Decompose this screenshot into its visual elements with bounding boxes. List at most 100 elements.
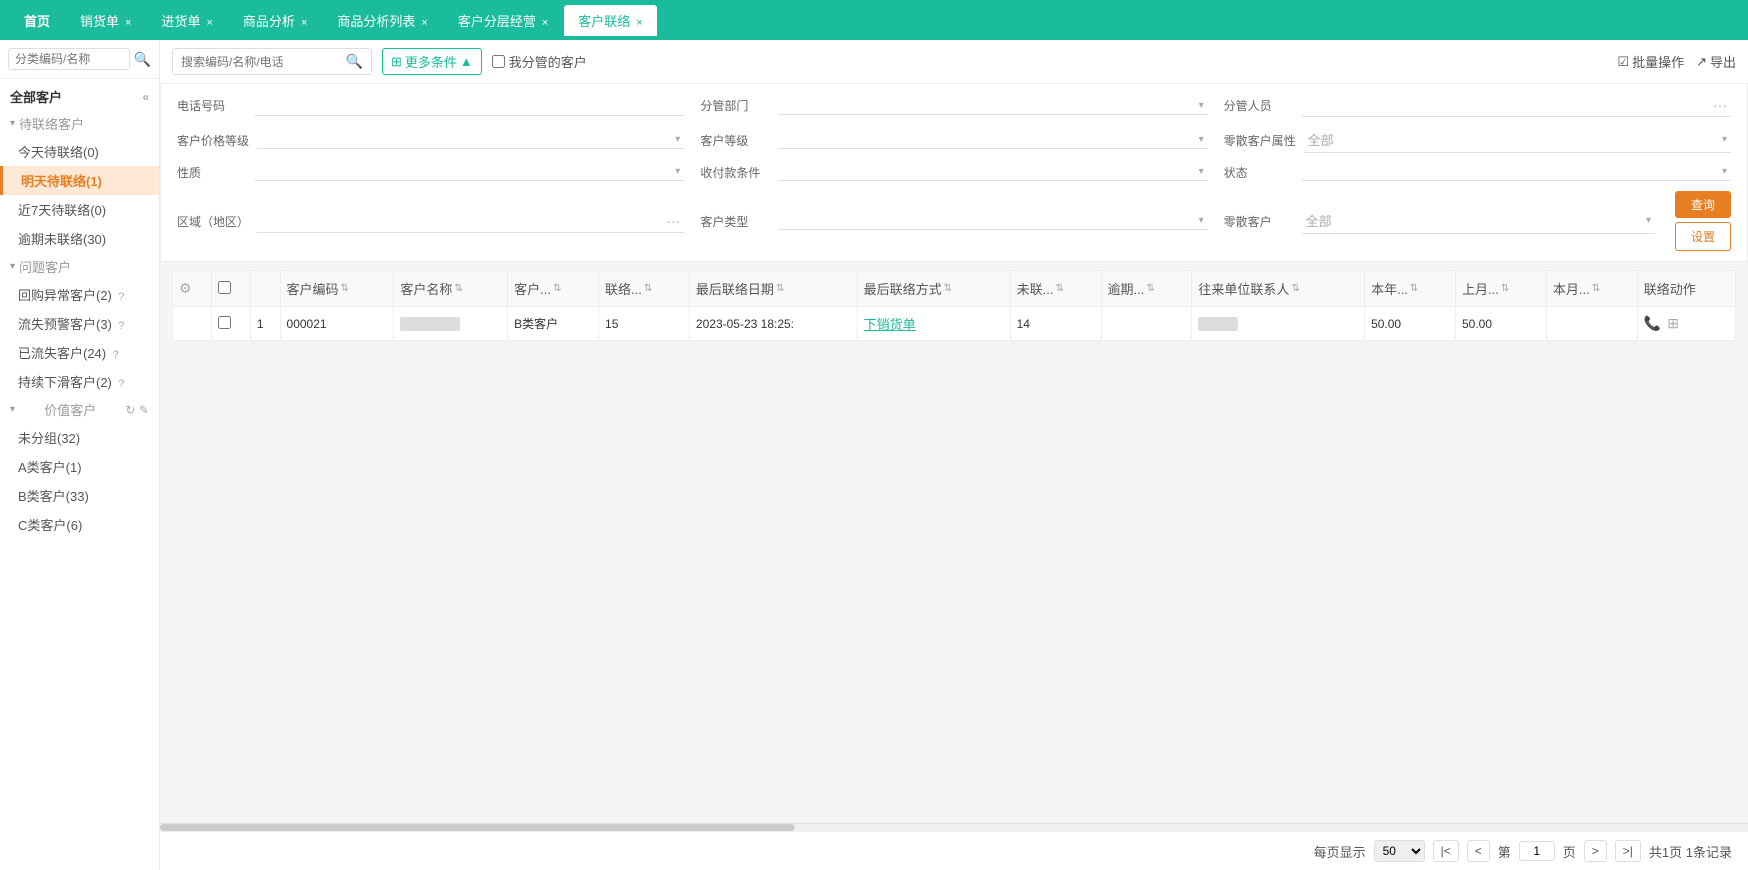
sort-icon-overdue: ⇅ (1146, 283, 1154, 294)
filter-status: 状态 ▾ (1224, 163, 1731, 181)
filter-payment: 收付款条件 ▾ (700, 163, 1207, 181)
th-settings[interactable]: ⚙ (173, 271, 212, 307)
th-overdue[interactable]: 逾期...⇅ (1101, 271, 1192, 307)
search-input[interactable] (181, 55, 346, 69)
close-sales-order-icon[interactable]: × (125, 17, 131, 29)
filter-payment-select[interactable]: ▾ (778, 163, 1207, 181)
nav-customer-contact[interactable]: 客户联络× (564, 5, 656, 36)
query-button[interactable]: 查询 (1675, 191, 1731, 218)
sidebar-item-overdue-pending[interactable]: 逾期未联络(30) (0, 224, 159, 253)
td-last-contact-method[interactable]: 下销货单 (857, 307, 1010, 341)
nav-sales-order[interactable]: 销货单× (66, 5, 145, 36)
horizontal-scrollbar[interactable] (160, 823, 1748, 831)
filter-customer-type-label: 客户类型 (700, 213, 770, 230)
filter-status-label: 状态 (1224, 164, 1294, 181)
close-purchase-order-icon[interactable]: × (206, 17, 212, 29)
sort-icon-this-month: ⇅ (1592, 283, 1600, 294)
sidebar-search-input[interactable] (8, 48, 130, 70)
sidebar-item-ungrouped[interactable]: 未分组(32) (0, 423, 159, 452)
next-page-btn[interactable]: > (1584, 840, 1607, 862)
sort-icon-date: ⇅ (776, 283, 784, 294)
th-last-contact-date[interactable]: 最后联络日期⇅ (689, 271, 857, 307)
dots-icon-manager[interactable]: ··· (1713, 97, 1727, 113)
sidebar-item-churned[interactable]: 已流失客户(24) ? (0, 338, 159, 367)
phone-action-icon[interactable]: 📞 (1644, 315, 1661, 332)
sidebar-item-tomorrow-pending[interactable]: 明天待联络(1) (0, 166, 159, 195)
th-type[interactable]: 客户...⇅ (508, 271, 599, 307)
filter-region: 区域（地区） ··· (177, 191, 684, 251)
my-customers-checkbox[interactable]: 我分管的客户 (492, 52, 587, 71)
sidebar-item-repurchase-abnormal[interactable]: 回购异常客户(2) ? (0, 280, 159, 309)
td-this-year: 50.00 (1365, 307, 1456, 341)
filter-customer-grade-select[interactable]: ▾ (778, 131, 1207, 149)
td-action: 📞 ⊞ (1637, 307, 1735, 341)
th-name[interactable]: 客户名称⇅ (394, 271, 508, 307)
value-section-icons[interactable]: ↻ ✎ (126, 403, 149, 417)
more-conditions-btn[interactable]: ⊞ 更多条件 ▲ (382, 48, 482, 75)
sidebar-item-churn-warning[interactable]: 流失预警客户(3) ? (0, 309, 159, 338)
grid-action-icon[interactable]: ⊞ (1667, 315, 1679, 332)
th-this-month[interactable]: 本月...⇅ (1546, 271, 1637, 307)
th-last-contact-method[interactable]: 最后联络方式⇅ (857, 271, 1010, 307)
row-checkbox[interactable] (218, 316, 231, 329)
th-contact-person[interactable]: 往来单位联系人⇅ (1192, 271, 1365, 307)
all-customers-header[interactable]: 全部客户 « (0, 79, 159, 110)
sidebar: 🔍 全部客户 « 待联络客户 今天待联络(0) 明天待联络(1) 近7天待联络(… (0, 40, 160, 870)
td-type: B类客户 (508, 307, 599, 341)
td-checkbox[interactable] (211, 307, 250, 341)
my-customers-check[interactable] (492, 55, 505, 68)
filter-phone-input[interactable] (255, 95, 684, 116)
close-product-analysis-list-icon[interactable]: × (421, 17, 427, 29)
filter-dept-select[interactable]: ▾ (778, 97, 1207, 115)
td-index: 1 (250, 307, 280, 341)
filter-customer-type-select[interactable]: ▾ (778, 212, 1207, 230)
help-icon-3: ? (112, 349, 118, 361)
filter-nature: 性质 ▾ (177, 163, 684, 181)
nav-home[interactable]: 首页 (10, 5, 64, 36)
filter-nature-select[interactable]: ▾ (255, 163, 684, 181)
nav-product-analysis[interactable]: 商品分析× (229, 5, 321, 36)
filter-price-grade-select[interactable]: ▾ (257, 131, 684, 149)
page-input[interactable] (1519, 841, 1555, 861)
filter-retail-attr-select[interactable]: 全部 ▾ (1304, 127, 1731, 153)
settings-button[interactable]: 设置 (1675, 222, 1731, 251)
gear-icon[interactable]: ⚙ (179, 280, 192, 296)
sidebar-item-a-class[interactable]: A类客户(1) (0, 452, 159, 481)
sidebar-item-7day-pending[interactable]: 近7天待联络(0) (0, 195, 159, 224)
nav-product-analysis-list[interactable]: 商品分析列表× (323, 5, 441, 36)
nav-purchase-order[interactable]: 进货单× (147, 5, 226, 36)
export-btn[interactable]: ↗ 导出 (1696, 52, 1736, 71)
prev-page-btn[interactable]: < (1467, 840, 1490, 862)
select-all-checkbox[interactable] (218, 281, 231, 294)
collapse-icon[interactable]: « (142, 90, 149, 104)
last-page-btn[interactable]: >| (1615, 840, 1641, 862)
filter-retail-customer-select[interactable]: 全部 ▾ (1302, 208, 1655, 234)
dots-icon-region[interactable]: ··· (666, 213, 680, 229)
contact-method-link[interactable]: 下销货单 (864, 317, 916, 332)
scrollbar-thumb[interactable] (160, 824, 795, 831)
th-contact[interactable]: 联络...⇅ (599, 271, 690, 307)
th-last-month[interactable]: 上月...⇅ (1455, 271, 1546, 307)
th-uncontact[interactable]: 未联...⇅ (1010, 271, 1101, 307)
sort-icon-type: ⇅ (553, 283, 561, 294)
filter-region-select[interactable]: ··· (257, 210, 684, 233)
th-this-year[interactable]: 本年...⇅ (1365, 271, 1456, 307)
filter-status-select[interactable]: ▾ (1302, 163, 1731, 181)
first-page-btn[interactable]: |< (1433, 840, 1459, 862)
sidebar-search-icon[interactable]: 🔍 (134, 51, 151, 68)
filter-manager-label: 分管人员 (1224, 97, 1294, 114)
close-customer-contact-icon[interactable]: × (636, 17, 642, 29)
nav-customer-layering[interactable]: 客户分层经营× (444, 5, 562, 36)
close-customer-layering-icon[interactable]: × (542, 17, 548, 29)
th-checkbox[interactable] (211, 271, 250, 307)
close-product-analysis-icon[interactable]: × (301, 17, 307, 29)
th-code[interactable]: 客户编码⇅ (280, 271, 394, 307)
search-box[interactable]: 🔍 (172, 48, 372, 75)
filter-manager-select[interactable]: ··· (1302, 94, 1731, 117)
sidebar-item-b-class[interactable]: B类客户(33) (0, 481, 159, 510)
sidebar-item-declining[interactable]: 持续下滑客户(2) ? (0, 367, 159, 396)
per-page-select[interactable]: 50 100 200 (1374, 840, 1425, 862)
sidebar-item-c-class[interactable]: C类客户(6) (0, 510, 159, 539)
bulk-action-btn[interactable]: ☑ 批量操作 (1617, 52, 1684, 71)
sidebar-item-today-pending[interactable]: 今天待联络(0) (0, 137, 159, 166)
